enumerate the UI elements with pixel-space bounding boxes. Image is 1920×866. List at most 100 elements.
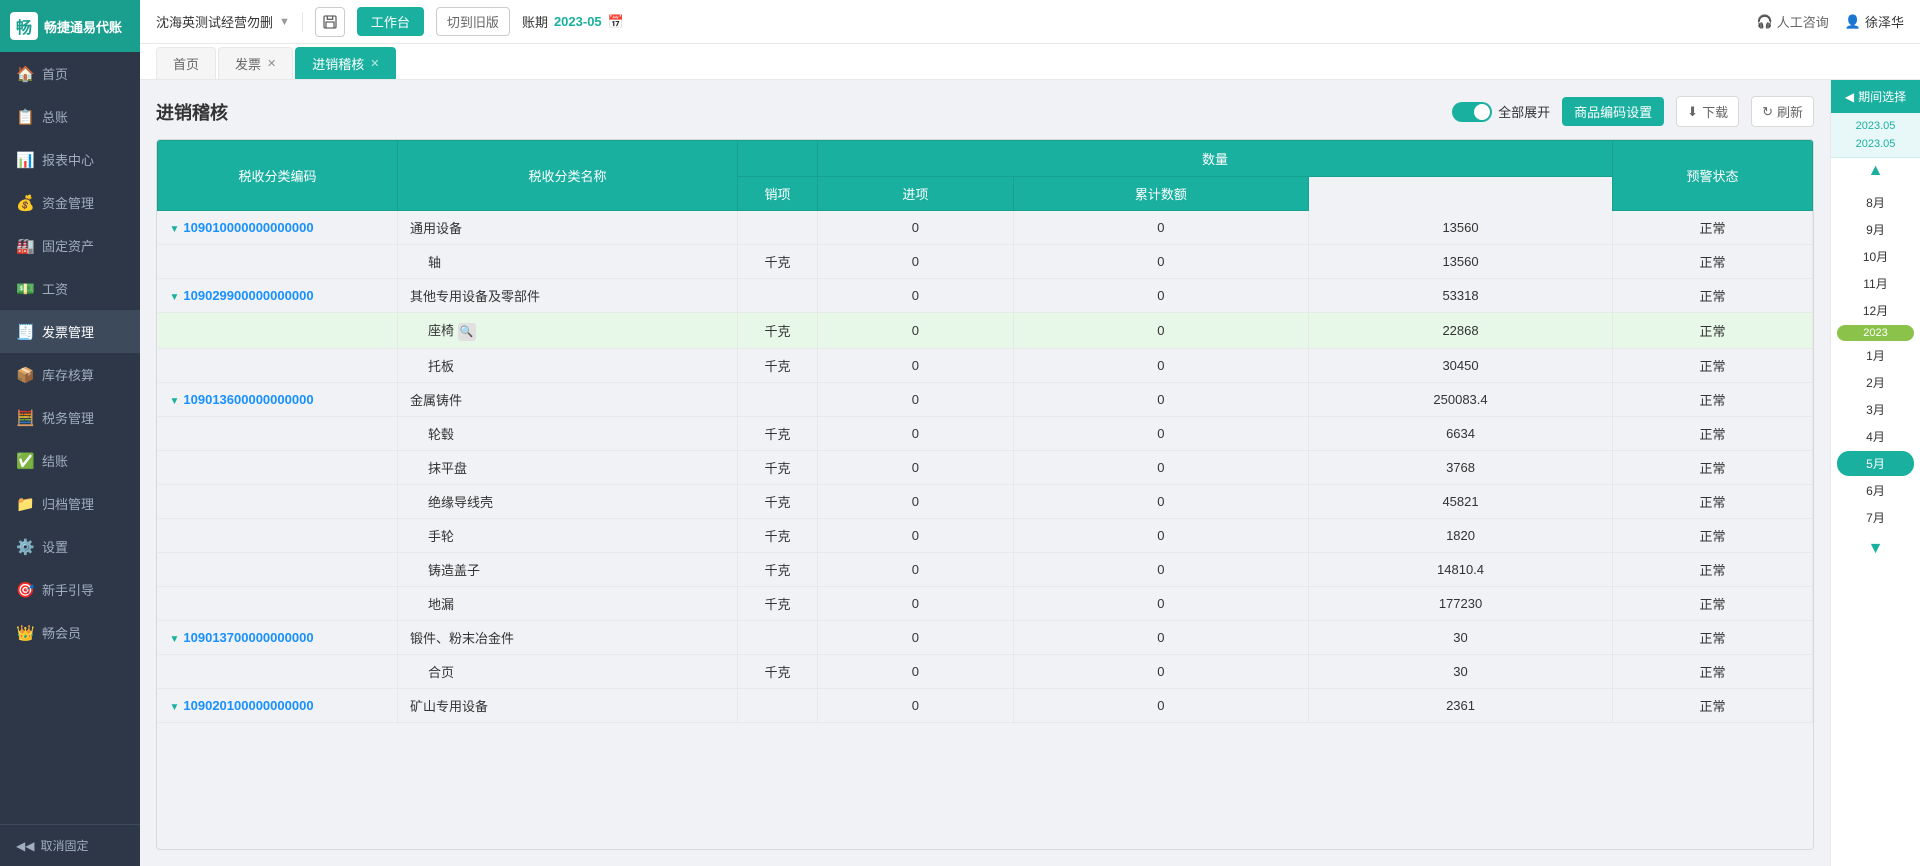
cell-unit: 千克 — [738, 416, 818, 450]
table-row[interactable]: 座椅 🔍 千克 0 0 22868 正常 — [158, 313, 1813, 349]
cell-name: 抹平盘 — [398, 450, 738, 484]
cell-unit: 千克 — [738, 484, 818, 518]
tab-audit[interactable]: 进销稽核 ✕ — [295, 47, 396, 79]
cell-unit: 千克 — [738, 518, 818, 552]
reports-icon: 📊 — [16, 151, 34, 169]
sidebar-item-reports[interactable]: 📊 报表中心 — [0, 138, 140, 181]
month-9[interactable]: 9月 — [1837, 217, 1914, 242]
sidebar-unpin[interactable]: ◀◀ 取消固定 — [0, 824, 140, 866]
scroll-up-button[interactable]: ▲ — [1831, 158, 1920, 184]
cell-unit: 千克 — [738, 313, 818, 349]
month-12[interactable]: 12月 — [1837, 298, 1914, 323]
month-10[interactable]: 10月 — [1837, 244, 1914, 269]
sidebar-item-funds[interactable]: 💰 资金管理 — [0, 181, 140, 224]
topbar-right: 🎧 人工咨询 👤 徐泽华 — [1757, 12, 1904, 31]
table-row[interactable]: ▼109029900000000000 其他专用设备及零部件 0 0 53318… — [158, 279, 1813, 313]
table-row[interactable]: 铸造盖子 千克 0 0 14810.4 正常 — [158, 552, 1813, 586]
cell-code — [158, 484, 398, 518]
switch-version-button[interactable]: 切到旧版 — [436, 7, 510, 36]
cell-unit — [738, 211, 818, 245]
sidebar-item-salary[interactable]: 💵 工资 — [0, 267, 140, 310]
cell-name: 锻件、粉末冶金件 — [398, 620, 738, 654]
expand-triangle: ▼ — [170, 396, 180, 407]
tabs-bar: 首页 发票 ✕ 进销稽核 ✕ — [140, 44, 1920, 80]
calendar-icon[interactable]: 📅 — [608, 14, 624, 30]
period-top-1[interactable]: 2023.05 — [1837, 117, 1914, 135]
cell-unit — [738, 382, 818, 416]
table-row[interactable]: 托板 千克 0 0 30450 正常 — [158, 348, 1813, 382]
tab-invoice[interactable]: 发票 ✕ — [218, 47, 293, 79]
table-row[interactable]: 抹平盘 千克 0 0 3768 正常 — [158, 450, 1813, 484]
tab-home[interactable]: 首页 — [156, 47, 216, 79]
sidebar-item-label: 发票管理 — [42, 322, 94, 341]
workbench-button[interactable]: 工作台 — [357, 7, 424, 36]
sidebar-item-settings[interactable]: ⚙️ 设置 — [0, 525, 140, 568]
month-2[interactable]: 2月 — [1837, 370, 1914, 395]
tab-invoice-close[interactable]: ✕ — [267, 57, 276, 70]
download-button[interactable]: ⬇ 下载 — [1676, 96, 1739, 127]
user-menu[interactable]: 👤 徐泽华 — [1845, 12, 1904, 31]
cell-code — [158, 518, 398, 552]
table-row[interactable]: ▼109020100000000000 矿山专用设备 0 0 2361 正常 — [158, 688, 1813, 722]
table-row[interactable]: 地漏 千克 0 0 177230 正常 — [158, 586, 1813, 620]
toggle-all-switch[interactable] — [1452, 102, 1492, 122]
table-row[interactable]: ▼109013600000000000 金属铸件 0 0 250083.4 正常 — [158, 382, 1813, 416]
month-5[interactable]: 5月 — [1837, 451, 1914, 476]
sidebar-item-tax[interactable]: 🧮 税务管理 — [0, 396, 140, 439]
sidebar-item-label: 资金管理 — [42, 193, 94, 212]
col-purchase-sub: 进项 — [818, 177, 1014, 211]
cell-sales: 0 — [818, 688, 1014, 722]
month-11[interactable]: 11月 — [1837, 271, 1914, 296]
cell-sales: 0 — [818, 382, 1014, 416]
table-row[interactable]: 手轮 千克 0 0 1820 正常 — [158, 518, 1813, 552]
sidebar-item-ledger[interactable]: 📋 总账 — [0, 95, 140, 138]
sidebar-item-archive[interactable]: 📁 归档管理 — [0, 482, 140, 525]
cell-purchase: 0 — [1013, 654, 1308, 688]
table-row[interactable]: 合页 千克 0 0 30 正常 — [158, 654, 1813, 688]
sidebar-item-member[interactable]: 👑 畅会员 — [0, 611, 140, 654]
sidebar-item-closing[interactable]: ✅ 结账 — [0, 439, 140, 482]
save-button[interactable] — [315, 7, 345, 37]
company-selector[interactable]: 沈海英测试经营勿删 ▼ — [156, 12, 290, 31]
table-row[interactable]: ▼109010000000000000 通用设备 0 0 13560 正常 — [158, 211, 1813, 245]
sidebar-item-invoice[interactable]: 🧾 发票管理 — [0, 310, 140, 353]
refresh-button[interactable]: ↻ 刷新 — [1751, 96, 1814, 127]
cell-code — [158, 348, 398, 382]
table-row[interactable]: ▼109013700000000000 锻件、粉末冶金件 0 0 30 正常 — [158, 620, 1813, 654]
cell-purchase: 0 — [1013, 620, 1308, 654]
cell-sales: 0 — [818, 484, 1014, 518]
sidebar-item-guide[interactable]: 🎯 新手引导 — [0, 568, 140, 611]
cell-name: 通用设备 — [398, 211, 738, 245]
archive-icon: 📁 — [16, 495, 34, 513]
col-total-sub: 累计数额 — [1013, 177, 1308, 211]
sidebar-item-home[interactable]: 🏠 首页 — [0, 52, 140, 95]
cell-name: 轴 — [398, 245, 738, 279]
sidebar-item-inventory[interactable]: 📦 库存核算 — [0, 353, 140, 396]
product-code-button[interactable]: 商品编码设置 — [1562, 97, 1664, 126]
cell-sales: 0 — [818, 348, 1014, 382]
table-row[interactable]: 轮毂 千克 0 0 6634 正常 — [158, 416, 1813, 450]
toggle-all-control: 全部展开 — [1452, 102, 1550, 122]
cell-purchase: 0 — [1013, 382, 1308, 416]
search-icon[interactable]: 🔍 — [458, 323, 476, 341]
period-top-2[interactable]: 2023.05 — [1837, 135, 1914, 153]
sidebar-item-assets[interactable]: 🏭 固定资产 — [0, 224, 140, 267]
scroll-down-button[interactable]: ▼ — [1831, 536, 1920, 562]
month-1[interactable]: 1月 — [1837, 343, 1914, 368]
month-4[interactable]: 4月 — [1837, 424, 1914, 449]
member-icon: 👑 — [16, 624, 34, 642]
period-display: 账期 2023-05 📅 — [522, 12, 624, 31]
cell-total: 53318 — [1309, 279, 1613, 313]
topbar-divider — [302, 12, 303, 32]
cell-status: 正常 — [1613, 211, 1813, 245]
service-button[interactable]: 🎧 人工咨询 — [1757, 12, 1829, 31]
table-row[interactable]: 绝缘导线壳 千克 0 0 45821 正常 — [158, 484, 1813, 518]
month-3[interactable]: 3月 — [1837, 397, 1914, 422]
tab-audit-close[interactable]: ✕ — [370, 57, 379, 70]
month-8[interactable]: 8月 — [1837, 190, 1914, 215]
month-6[interactable]: 6月 — [1837, 478, 1914, 503]
month-7[interactable]: 7月 — [1837, 505, 1914, 530]
cell-sales: 0 — [818, 313, 1014, 349]
table-row[interactable]: 轴 千克 0 0 13560 正常 — [158, 245, 1813, 279]
cell-sales: 0 — [818, 245, 1014, 279]
